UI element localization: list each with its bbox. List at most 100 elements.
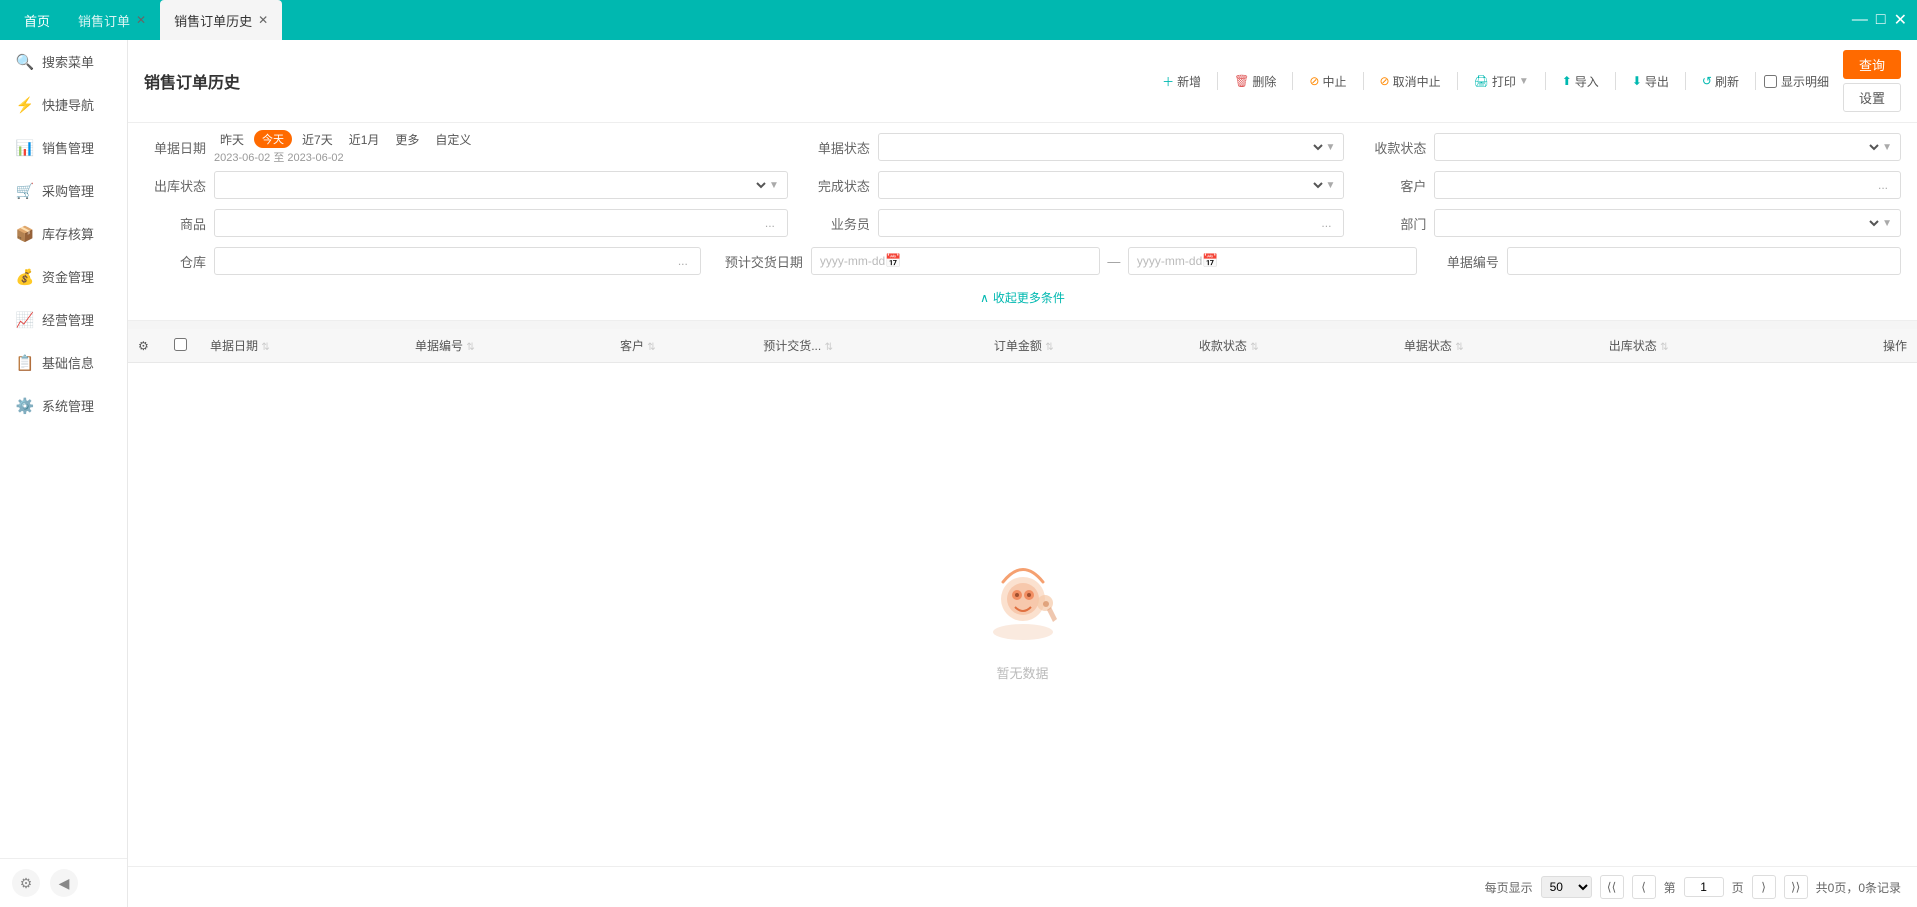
toolbar-divider-2 — [1292, 72, 1293, 90]
tab-sales-order-close[interactable]: ✕ — [136, 13, 146, 27]
tab-sales-order-history-close[interactable]: ✕ — [258, 13, 268, 27]
cancel-stop-button[interactable]: ⊘ 取消中止 — [1372, 69, 1449, 94]
sidebar-item-search-menu[interactable]: 🔍 搜索菜单 — [0, 40, 127, 83]
filter-doc-status-control[interactable]: ▼ — [878, 133, 1345, 161]
col-customer-sort-icon[interactable]: ⇅ — [647, 342, 655, 353]
filter-customer-control[interactable]: ... — [1434, 171, 1901, 199]
col-customer[interactable]: 客户 ⇅ — [610, 329, 753, 363]
new-button[interactable]: ＋ 新增 — [1154, 69, 1209, 94]
col-warehouse-status-sort-icon[interactable]: ⇅ — [1660, 342, 1668, 353]
col-warehouse-status[interactable]: 出库状态 ⇅ — [1599, 329, 1804, 363]
filter-goods-control[interactable]: ... — [214, 209, 788, 237]
col-date-sort-icon[interactable]: ⇅ — [261, 342, 269, 353]
next-page-button[interactable]: ⟩ — [1752, 875, 1776, 899]
filter-complete-status-select[interactable] — [887, 177, 1326, 193]
col-payment-status[interactable]: 收款状态 ⇅ — [1189, 329, 1394, 363]
sidebar-item-basic-info[interactable]: 📋 基础信息 — [0, 341, 127, 384]
table-settings-icon[interactable]: ⚙ — [138, 339, 149, 353]
sidebar-item-sales-mgmt[interactable]: 📊 销售管理 — [0, 126, 127, 169]
first-page-button[interactable]: ⟨⟨ — [1600, 875, 1624, 899]
filter-delivery-from-control[interactable]: yyyy-mm-dd 📅 — [811, 247, 1100, 275]
sidebar-item-purchase-mgmt[interactable]: 🛒 采购管理 — [0, 169, 127, 212]
filter-warehouse-status-control[interactable]: ▼ — [214, 171, 788, 199]
filter-warehouse-status-select[interactable] — [223, 177, 769, 193]
col-amount-sort-icon[interactable]: ⇅ — [1045, 342, 1053, 353]
display-detail-checkbox[interactable] — [1764, 75, 1777, 88]
delivery-to-calendar-icon[interactable]: 📅 — [1202, 253, 1218, 269]
col-payment-status-sort-icon[interactable]: ⇅ — [1250, 342, 1258, 353]
col-date[interactable]: 单据日期 ⇅ — [200, 329, 405, 363]
date-option-more[interactable]: 更多 — [389, 130, 425, 149]
filter-delivery-to-control[interactable]: yyyy-mm-dd 📅 — [1128, 247, 1417, 275]
customer-dots-icon[interactable]: ... — [1874, 178, 1892, 192]
settings-button[interactable]: 设置 — [1843, 83, 1901, 112]
last-page-button[interactable]: ⟩⟩ — [1784, 875, 1808, 899]
salesman-dots-icon[interactable]: ... — [1317, 216, 1335, 230]
select-all-checkbox[interactable] — [174, 338, 187, 351]
sidebar-collapse-button[interactable]: ◀ — [50, 869, 78, 897]
filter-doc-status-select[interactable] — [887, 139, 1326, 155]
col-doc-status-label: 单据状态 — [1404, 339, 1452, 353]
col-amount[interactable]: 订单金额 ⇅ — [984, 329, 1189, 363]
warehouse-dots-icon[interactable]: ... — [674, 254, 692, 268]
sidebar-item-inventory-calc[interactable]: 📦 库存核算 — [0, 212, 127, 255]
sidebar-item-inventory-calc-label: 库存核算 — [42, 224, 94, 243]
date-option-yesterday[interactable]: 昨天 — [214, 130, 250, 149]
col-settings[interactable]: ⚙ — [128, 329, 164, 363]
query-button[interactable]: 查询 — [1843, 50, 1901, 79]
cancel-stop-label: 取消中止 — [1393, 73, 1441, 90]
filter-delivery-item: 预计交货日期 yyyy-mm-dd 📅 — yyyy-mm-dd 📅 — [721, 247, 1417, 275]
filter-payment-status-select[interactable] — [1443, 139, 1882, 155]
import-button[interactable]: ⬆ 导入 — [1554, 69, 1607, 94]
collapse-bar[interactable]: ∧ 收起更多条件 — [144, 285, 1901, 310]
window-maximize-icon[interactable]: □ — [1876, 11, 1886, 29]
date-option-7days[interactable]: 近7天 — [296, 130, 339, 149]
page-word: 第 — [1664, 879, 1676, 896]
tab-home[interactable]: 首页 — [10, 0, 64, 40]
prev-page-button[interactable]: ⟨ — [1632, 875, 1656, 899]
col-delivery-sort-icon[interactable]: ⇅ — [825, 342, 833, 353]
refresh-button[interactable]: ↺ 刷新 — [1694, 69, 1747, 94]
page-number-input[interactable] — [1684, 877, 1724, 897]
goods-dots-icon[interactable]: ... — [761, 216, 779, 230]
sidebar-settings-button[interactable]: ⚙ — [12, 869, 40, 897]
sidebar-item-ops-mgmt[interactable]: 📈 经营管理 — [0, 298, 127, 341]
filter-payment-status-control[interactable]: ▼ — [1434, 133, 1901, 161]
window-minimize-icon[interactable]: — — [1852, 11, 1868, 29]
col-order-no[interactable]: 单据编号 ⇅ — [405, 329, 610, 363]
print-arrow-icon[interactable]: ▼ — [1519, 76, 1529, 87]
filter-dept-control[interactable]: ▼ — [1434, 209, 1901, 237]
sidebar-item-sys-mgmt[interactable]: ⚙️ 系统管理 — [0, 384, 127, 427]
print-button[interactable]: 🖨 打印 ▼ — [1466, 69, 1537, 94]
filter-date-control[interactable]: 昨天 今天 近7天 近1月 更多 自定义 2023-06-02 至 2023-0… — [214, 133, 788, 161]
date-option-1month[interactable]: 近1月 — [343, 130, 386, 149]
export-button[interactable]: ⬇ 导出 — [1624, 69, 1677, 94]
filter-order-no-control[interactable] — [1507, 247, 1901, 275]
col-checkbox[interactable] — [164, 329, 200, 363]
sidebar-item-finance-mgmt[interactable]: 💰 资金管理 — [0, 255, 127, 298]
import-icon: ⬆ — [1562, 74, 1572, 88]
col-delivery[interactable]: 预计交货... ⇅ — [753, 329, 984, 363]
delete-button[interactable]: 🗑 删除 — [1226, 69, 1284, 94]
display-detail-checkbox-label[interactable]: 显示明细 — [1764, 73, 1829, 90]
filter-warehouse-control[interactable]: ... — [214, 247, 701, 275]
empty-state-icon — [973, 547, 1073, 647]
tab-sales-order[interactable]: 销售订单 ✕ — [64, 0, 160, 40]
date-option-today[interactable]: 今天 — [254, 130, 292, 148]
filter-dept-select[interactable] — [1443, 215, 1882, 231]
col-warehouse-status-label: 出库状态 — [1609, 339, 1657, 353]
stop-icon: ⊘ — [1309, 74, 1319, 88]
tab-sales-order-history[interactable]: 销售订单历史 ✕ — [160, 0, 282, 40]
filter-dept-label: 部门 — [1364, 214, 1434, 233]
col-doc-status-sort-icon[interactable]: ⇅ — [1455, 342, 1463, 353]
filter-salesman-control[interactable]: ... — [878, 209, 1345, 237]
col-order-no-sort-icon[interactable]: ⇅ — [466, 342, 474, 353]
filter-complete-status-control[interactable]: ▼ — [878, 171, 1345, 199]
per-page-select[interactable]: 50 10 20 100 — [1541, 876, 1592, 898]
sidebar-item-quick-nav[interactable]: ⚡ 快捷导航 — [0, 83, 127, 126]
window-close-icon[interactable]: ✕ — [1894, 10, 1907, 30]
delivery-from-calendar-icon[interactable]: 📅 — [885, 253, 901, 269]
date-option-custom[interactable]: 自定义 — [429, 130, 477, 149]
stop-button[interactable]: ⊘ 中止 — [1301, 69, 1354, 94]
col-doc-status[interactable]: 单据状态 ⇅ — [1394, 329, 1599, 363]
